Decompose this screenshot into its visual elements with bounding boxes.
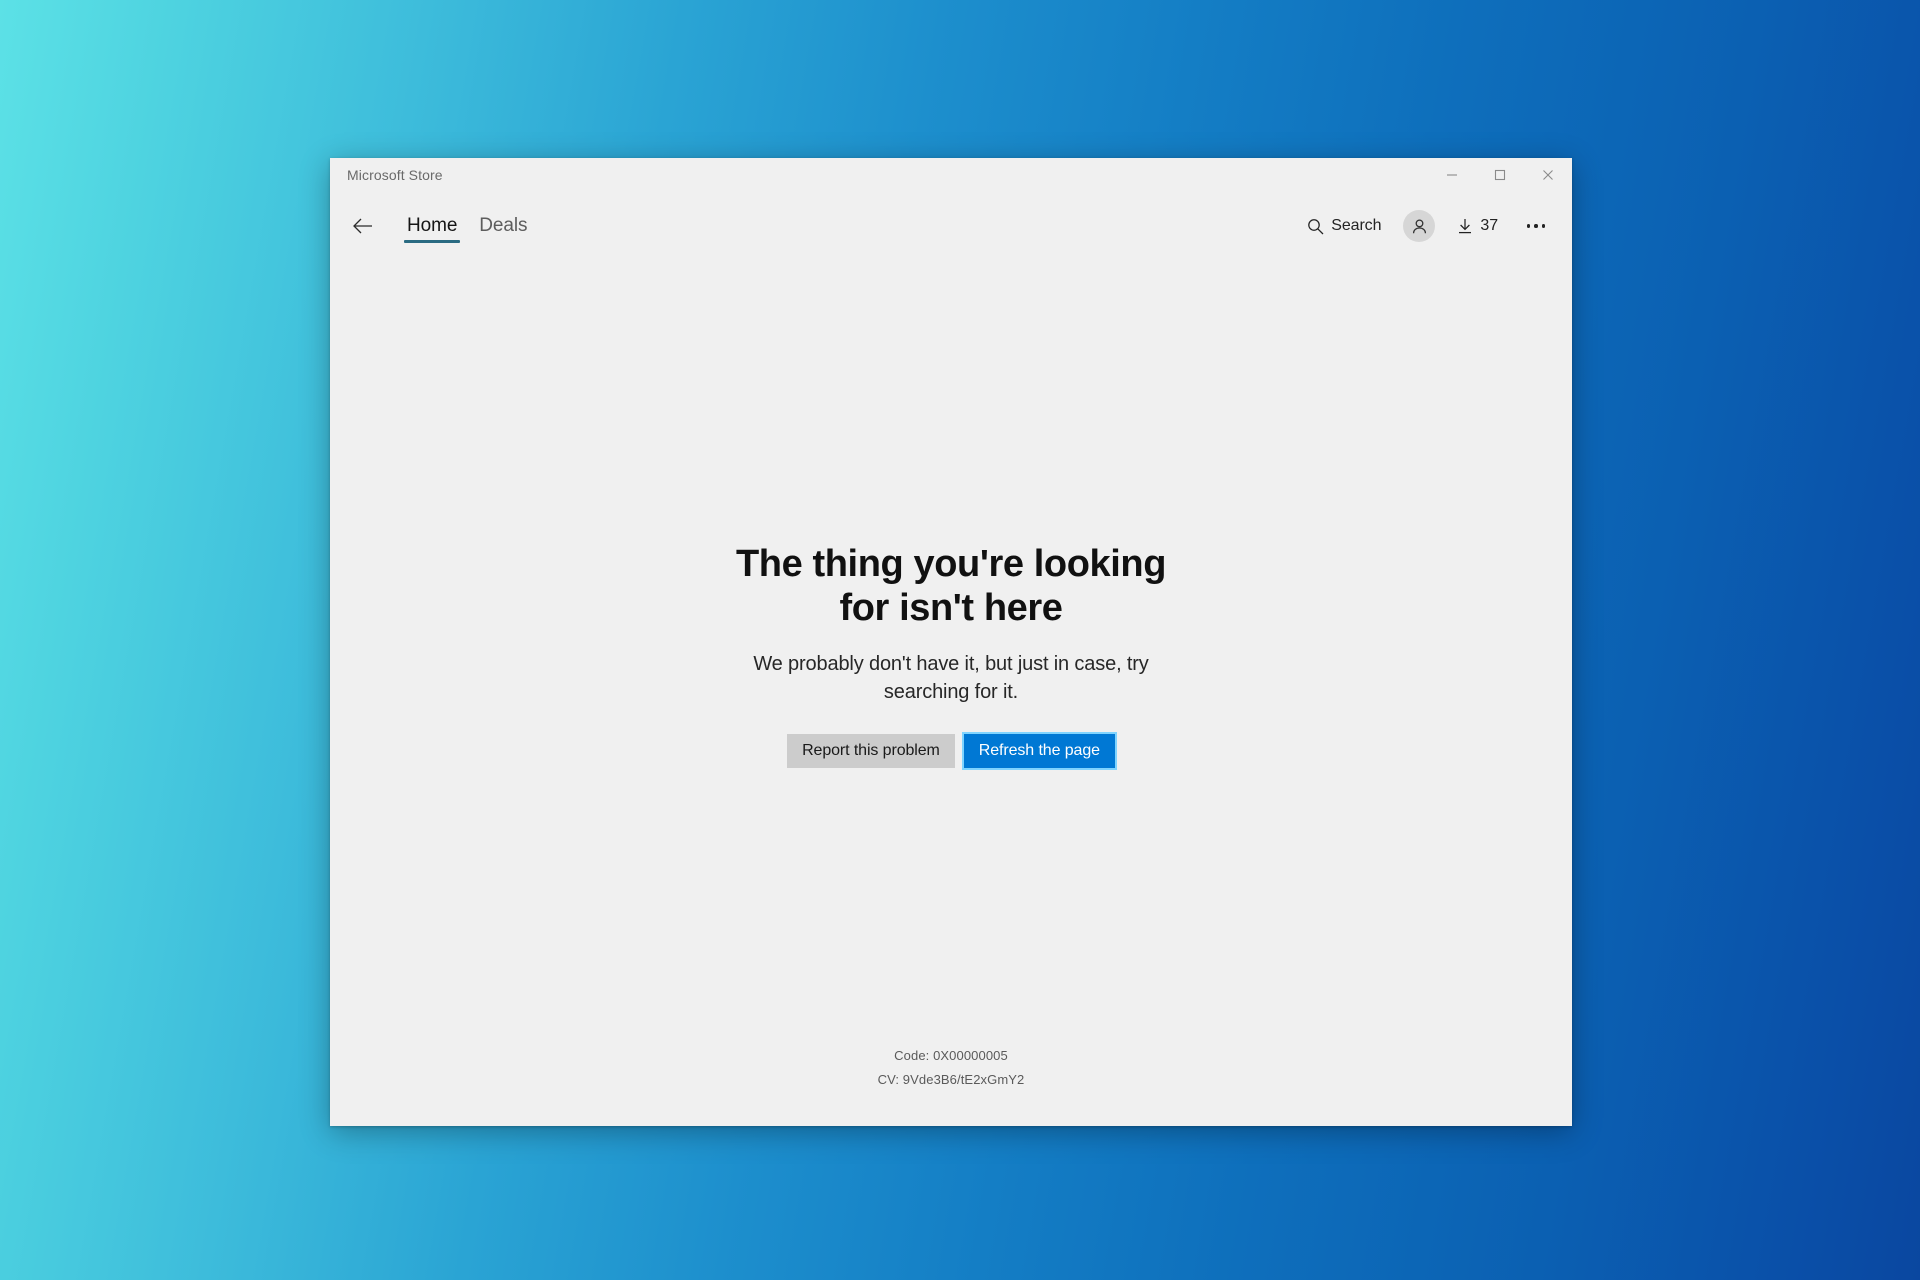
tab-home[interactable]: Home [396, 198, 468, 254]
error-code-line: Code: 0X00000005 [894, 1047, 1008, 1063]
tab-deals[interactable]: Deals [468, 198, 538, 254]
search-label: Search [1331, 217, 1382, 234]
error-cv-line: CV: 9Vde3B6/tE2xGmY2 [877, 1071, 1025, 1087]
page-content: The thing you're looking for isn't here … [330, 254, 1572, 1126]
person-icon [1412, 218, 1426, 233]
close-icon [1543, 170, 1553, 180]
arrow-left-icon [353, 218, 372, 234]
error-title: The thing you're looking for isn't here [735, 543, 1167, 630]
error-codes: Code: 0X00000005 CV: 9Vde3B6/tE2xGmY2 [330, 1044, 1572, 1092]
account-avatar[interactable] [1403, 210, 1436, 242]
error-actions: Report this problem Refresh the page [787, 732, 1117, 771]
maximize-button[interactable] [1476, 158, 1524, 192]
nav-actions: Search 37 [1295, 206, 1556, 246]
maximize-icon [1494, 169, 1506, 181]
error-subtitle: We probably don't have it, but just in c… [753, 652, 1149, 703]
back-button[interactable] [342, 206, 384, 246]
report-problem-button[interactable]: Report this problem [787, 734, 955, 769]
search-button[interactable]: Search [1295, 206, 1393, 246]
error-message-block: The thing you're looking for isn't here … [330, 542, 1572, 771]
close-button[interactable] [1524, 158, 1572, 192]
minimize-icon [1447, 174, 1457, 176]
tab-deals-label: Deals [479, 215, 528, 236]
tab-home-label: Home [407, 215, 458, 236]
window-titlebar[interactable]: Microsoft Store [330, 158, 1572, 198]
window-controls [1428, 158, 1572, 192]
minimize-button[interactable] [1428, 158, 1476, 192]
downloads-count: 37 [1480, 217, 1498, 234]
search-icon [1308, 218, 1324, 234]
nav-tabs: Home Deals [396, 198, 538, 254]
download-icon [1459, 218, 1472, 233]
window-title: Microsoft Store [347, 167, 443, 183]
microsoft-store-window: Microsoft Store Home Deals Search 37 The… [330, 158, 1572, 1126]
more-options-button[interactable] [1516, 206, 1556, 246]
downloads-button[interactable]: 37 [1445, 206, 1510, 246]
refresh-page-button[interactable]: Refresh the page [961, 732, 1117, 771]
ellipsis-icon [1526, 224, 1546, 228]
app-navigation-bar: Home Deals Search 37 [330, 198, 1572, 254]
